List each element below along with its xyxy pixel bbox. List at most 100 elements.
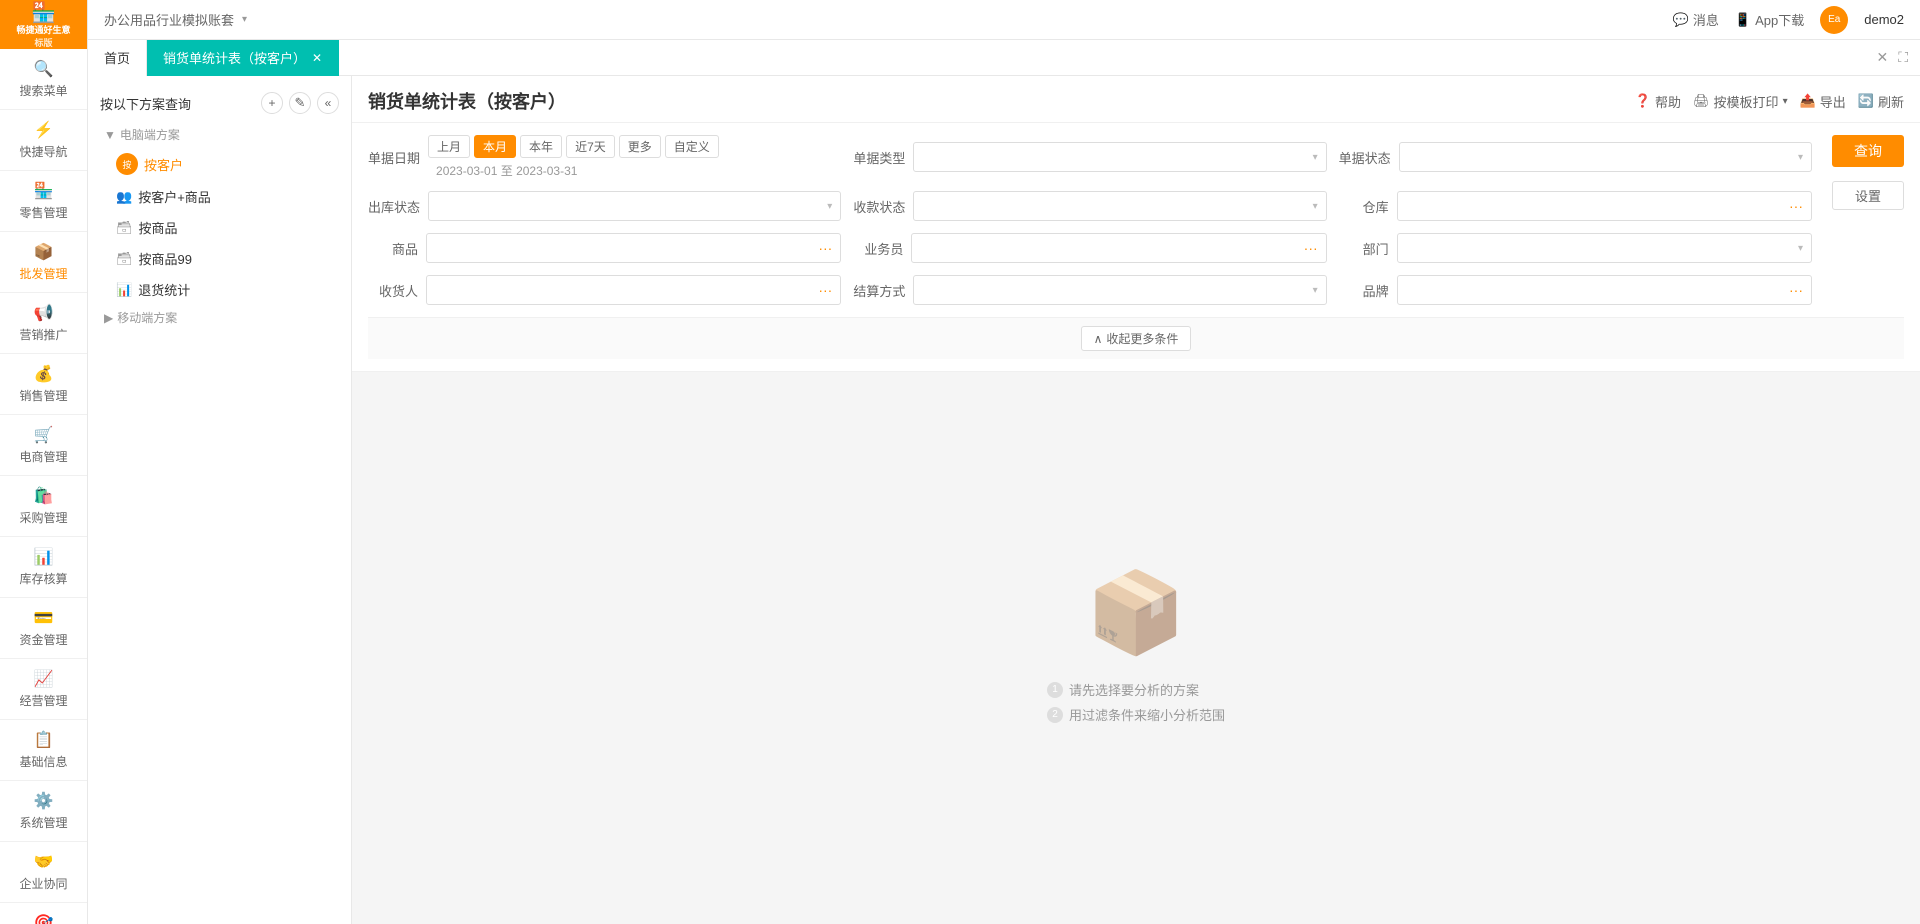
sidebar-item-label: 搜索菜单 (5, 82, 83, 99)
tree-item-by-goods[interactable]: 🗃 按商品 (88, 212, 351, 243)
company-dropdown-arrow[interactable]: ▾ (242, 14, 247, 25)
query-button[interactable]: 查询 (1832, 135, 1904, 167)
sidebar-item-corp-collab[interactable]: 🤝 企业协同 (0, 842, 88, 903)
out-status-select[interactable]: ▾ (428, 191, 841, 221)
goods-ellipsis[interactable]: ··· (818, 240, 832, 256)
tree-item-return-stat[interactable]: 📊 退货统计 (88, 274, 351, 305)
date-btn-this-year[interactable]: 本年 (520, 135, 562, 158)
salesperson-select[interactable]: ··· (911, 233, 1326, 263)
app-download-btn[interactable]: 📱 App下载 (1735, 10, 1804, 29)
date-btn-custom[interactable]: 自定义 (665, 135, 719, 158)
type-label: 单据类型 (853, 148, 905, 167)
sidebar-item-quick-nav[interactable]: ⚡ 快捷导航 (0, 110, 88, 171)
recv-status-select[interactable]: ▾ (913, 191, 1326, 221)
collapse-conditions-btn[interactable]: ∧ 收起更多条件 (1081, 326, 1192, 351)
refresh-icon: 🔄 (1858, 93, 1874, 109)
customer-goods-label: 按客户+商品 (138, 187, 211, 206)
sidebar-item-marketing[interactable]: 📢 营销推广 (0, 293, 88, 354)
logo-icon: 🏪 (31, 0, 56, 25)
help-icon: ❓ (1635, 93, 1651, 109)
sidebar-item-ecommerce[interactable]: 🛒 电商管理 (0, 415, 88, 476)
sidebar-item-wholesale[interactable]: 📦 批发管理 (0, 232, 88, 293)
sidebar-item-sales[interactable]: 💰 销售管理 (0, 354, 88, 415)
add-scheme-btn[interactable]: + (261, 92, 283, 114)
page-header: 销货单统计表（按客户） ❓ 帮助 🖨 按模板打印 ▾ 📤 导出 (352, 76, 1920, 123)
sidebar-item-new-guide[interactable]: 🎯 新手引导 (0, 903, 88, 924)
message-btn[interactable]: 💬 消息 (1673, 10, 1719, 29)
collapse-up-icon: ∧ (1094, 332, 1103, 346)
sidebar-item-label: 快捷导航 (5, 143, 83, 160)
sidebar-item-label: 电商管理 (5, 448, 83, 465)
app-name: 畅捷通好生意 (16, 25, 70, 36)
left-panel-header: 按以下方案查询 + ✎ « (88, 84, 351, 122)
receiver-select[interactable]: ··· (426, 275, 841, 305)
refresh-label: 刷新 (1878, 92, 1904, 111)
sidebar-item-finance[interactable]: 💳 资金管理 (0, 598, 88, 659)
sidebar-item-search-menu[interactable]: 🔍 搜索菜单 (0, 49, 88, 110)
collapse-panel-btn[interactable]: « (317, 92, 339, 114)
empty-state-icon: 📦 (1086, 566, 1186, 660)
sidebar-item-label: 企业协同 (5, 875, 83, 892)
dept-select[interactable]: ▾ (1397, 233, 1812, 263)
print-icon: 🖨 (1693, 93, 1710, 109)
empty-hints: 1 请先选择要分析的方案 2 用过滤条件来缩小分析范围 (1047, 680, 1225, 730)
sales-icon: 💰 (5, 364, 83, 384)
mobile-section-header[interactable]: ▶ 移动端方案 (88, 305, 351, 330)
date-shortcuts: 上月 本月 本年 近7天 更多 自定义 (428, 135, 841, 158)
warehouse-select[interactable]: ··· (1397, 191, 1812, 221)
page-actions: ❓ 帮助 🖨 按模板打印 ▾ 📤 导出 🔄 刷新 (1635, 92, 1904, 111)
settlement-select[interactable]: ▾ (913, 275, 1326, 305)
tab-sales-stat[interactable]: 销货单统计表（按客户） ✕ (147, 40, 339, 76)
new-guide-icon: 🎯 (5, 913, 83, 924)
print-btn[interactable]: 🖨 按模板打印 ▾ (1693, 92, 1788, 111)
recv-status-label: 收款状态 (853, 197, 905, 216)
warehouse-ellipsis[interactable]: ··· (1789, 198, 1803, 214)
date-btn-last-month[interactable]: 上月 (428, 135, 470, 158)
mobile-expand-icon: ▶ (104, 311, 113, 325)
brand-select[interactable]: ··· (1397, 275, 1812, 305)
purchase-icon: 🛍️ (5, 486, 83, 506)
tree-item-goods99[interactable]: 🗃 按商品99 (88, 243, 351, 274)
hint-1: 1 请先选择要分析的方案 (1047, 680, 1225, 699)
brand-ellipsis[interactable]: ··· (1789, 282, 1803, 298)
message-label: 消息 (1693, 10, 1719, 29)
sidebar-item-basic[interactable]: 📋 基础信息 (0, 720, 88, 781)
sidebar-item-purchase[interactable]: 🛍️ 采购管理 (0, 476, 88, 537)
date-btn-more[interactable]: 更多 (619, 135, 661, 158)
date-btn-7days[interactable]: 近7天 (566, 135, 615, 158)
tree-item-by-customer[interactable]: 按 按客户 (88, 147, 351, 181)
sidebar-item-system[interactable]: ⚙️ 系统管理 (0, 781, 88, 842)
left-panel: 按以下方案查询 + ✎ « ▼ 电脑端方案 按 按客户 👥 按客户+商品 (88, 76, 352, 924)
tab-home[interactable]: 首页 (88, 40, 147, 76)
type-select[interactable]: ▾ (913, 142, 1326, 172)
date-btn-this-month[interactable]: 本月 (474, 135, 516, 158)
close-window-icon[interactable]: ✕ (1876, 49, 1888, 66)
sidebar-item-operations[interactable]: 📈 经营管理 (0, 659, 88, 720)
sidebar-item-inventory[interactable]: 📊 库存核算 (0, 537, 88, 598)
receiver-ellipsis[interactable]: ··· (818, 282, 832, 298)
filter-dept-cell: 部门 ▾ (1339, 233, 1812, 263)
maximize-window-icon[interactable]: ⛶ (1898, 49, 1908, 66)
warehouse-label: 仓库 (1339, 197, 1389, 216)
hint-1-text: 请先选择要分析的方案 (1069, 680, 1199, 699)
export-btn[interactable]: 📤 导出 (1800, 92, 1846, 111)
status-select[interactable]: ▾ (1399, 142, 1812, 172)
hint-2: 2 用过滤条件来缩小分析范围 (1047, 705, 1225, 724)
refresh-btn[interactable]: 🔄 刷新 (1858, 92, 1904, 111)
salesperson-ellipsis[interactable]: ··· (1304, 240, 1318, 256)
tab-close-icon[interactable]: ✕ (312, 51, 322, 65)
content-area: 按以下方案查询 + ✎ « ▼ 电脑端方案 按 按客户 👥 按客户+商品 (88, 76, 1920, 924)
goods-select[interactable]: ··· (426, 233, 841, 263)
sidebar-item-retail[interactable]: 🏪 零售管理 (0, 171, 88, 232)
edit-scheme-btn[interactable]: ✎ (289, 92, 311, 114)
date-range-text: 2023-03-01 至 2023-03-31 (436, 162, 841, 179)
type-arrow-icon: ▾ (1313, 152, 1318, 163)
finance-icon: 💳 (5, 608, 83, 628)
status-arrow-icon: ▾ (1798, 152, 1803, 163)
settings-button[interactable]: 设置 (1832, 181, 1904, 210)
collapse-row: ∧ 收起更多条件 (368, 317, 1904, 359)
help-btn[interactable]: ❓ 帮助 (1635, 92, 1681, 111)
tree-item-customer-goods[interactable]: 👥 按客户+商品 (88, 181, 351, 212)
filter-date-cell: 单据日期 上月 本月 本年 近7天 更多 自定义 (368, 135, 841, 179)
desktop-section-header[interactable]: ▼ 电脑端方案 (88, 122, 351, 147)
